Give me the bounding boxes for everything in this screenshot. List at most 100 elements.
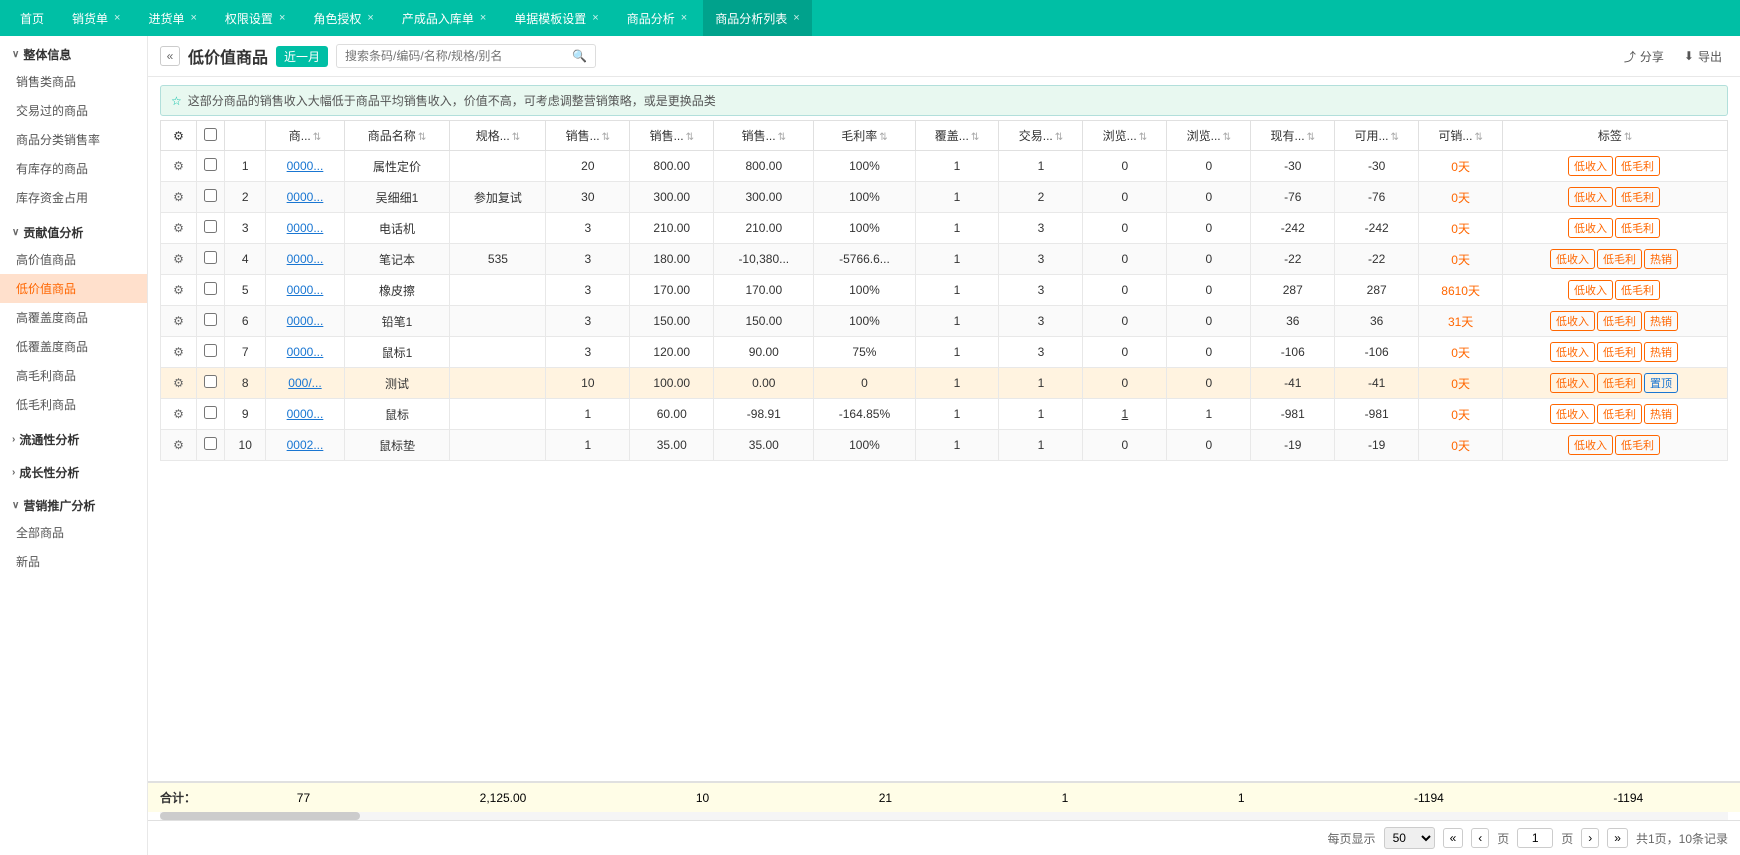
sidebar-group-title-overall[interactable]: ∨ 整体信息 xyxy=(0,42,147,67)
row-checkbox[interactable] xyxy=(197,244,225,275)
col-gross-margin[interactable]: 毛利率⇅ xyxy=(814,121,915,151)
row-settings[interactable]: ⚙ xyxy=(161,306,197,337)
sidebar-item-high-coverage[interactable]: 高覆盖度商品 xyxy=(0,303,147,332)
horizontal-scrollbar[interactable] xyxy=(160,812,1728,820)
row-settings[interactable]: ⚙ xyxy=(161,182,197,213)
row-select-checkbox[interactable] xyxy=(204,406,217,419)
row-select-checkbox[interactable] xyxy=(204,251,217,264)
nav-item-product-analysis[interactable]: 商品分析 × xyxy=(615,0,699,36)
sidebar-item-high-value[interactable]: 高价值商品 xyxy=(0,245,147,274)
close-icon[interactable]: × xyxy=(367,12,373,24)
row-select-checkbox[interactable] xyxy=(204,189,217,202)
col-code[interactable]: 商...⇅ xyxy=(266,121,344,151)
share-button[interactable]: ⤴ 分享 xyxy=(1618,46,1670,67)
nav-item-stock-in[interactable]: 产成品入库单 × xyxy=(390,0,498,36)
close-icon[interactable]: × xyxy=(681,12,687,24)
sidebar-item-traded-products[interactable]: 交易过的商品 xyxy=(0,96,147,125)
col-views2[interactable]: 浏览...⇅ xyxy=(1167,121,1251,151)
row-select-checkbox[interactable] xyxy=(204,344,217,357)
nav-item-roles[interactable]: 角色授权 × xyxy=(301,0,385,36)
row-settings[interactable]: ⚙ xyxy=(161,213,197,244)
sidebar-item-capital[interactable]: 库存资金占用 xyxy=(0,183,147,212)
col-coverage[interactable]: 覆盖...⇅ xyxy=(915,121,999,151)
nav-item-sales[interactable]: 销货单 × xyxy=(60,0,132,36)
first-page-button[interactable]: « xyxy=(1443,828,1464,848)
nav-item-template[interactable]: 单据模板设置 × xyxy=(502,0,610,36)
row-select-checkbox[interactable] xyxy=(204,313,217,326)
row-settings[interactable]: ⚙ xyxy=(161,368,197,399)
last-page-button[interactable]: » xyxy=(1607,828,1628,848)
col-sales-qty[interactable]: 销售...⇅ xyxy=(546,121,630,151)
nav-item-home[interactable]: 首页 xyxy=(8,0,56,36)
export-button[interactable]: ⬇ 导出 xyxy=(1678,46,1728,67)
close-icon[interactable]: × xyxy=(480,12,486,24)
col-spec[interactable]: 规格...⇅ xyxy=(450,121,546,151)
search-input[interactable] xyxy=(336,44,596,68)
row-settings[interactable]: ⚙ xyxy=(161,244,197,275)
row-checkbox[interactable] xyxy=(197,182,225,213)
checkbox-header[interactable] xyxy=(197,121,225,151)
scrollbar-thumb[interactable] xyxy=(160,812,360,820)
sidebar-group-title-circulation[interactable]: › 流通性分析 xyxy=(0,427,147,452)
close-icon[interactable]: × xyxy=(114,12,120,24)
collapse-sidebar-button[interactable]: « xyxy=(160,46,180,66)
row-code[interactable]: 000/... xyxy=(266,368,344,399)
sidebar-item-all-products[interactable]: 全部商品 xyxy=(0,518,147,547)
nav-item-product-analysis-list[interactable]: 商品分析列表 × xyxy=(703,0,811,36)
col-sales-amount[interactable]: 销售...⇅ xyxy=(714,121,814,151)
row-checkbox[interactable] xyxy=(197,151,225,182)
row-select-checkbox[interactable] xyxy=(204,437,217,450)
col-name[interactable]: 商品名称⇅ xyxy=(344,121,450,151)
select-all-checkbox[interactable] xyxy=(204,128,217,141)
col-transactions[interactable]: 交易...⇅ xyxy=(999,121,1083,151)
settings-header[interactable]: ⚙ xyxy=(161,121,197,151)
time-filter-button[interactable]: 近一月 xyxy=(276,46,328,67)
close-icon[interactable]: × xyxy=(592,12,598,24)
row-select-checkbox[interactable] xyxy=(204,220,217,233)
close-icon[interactable]: × xyxy=(279,12,285,24)
col-tags[interactable]: 标签⇅ xyxy=(1503,121,1728,151)
sidebar-group-title-marketing[interactable]: ∨ 营销推广分析 xyxy=(0,493,147,518)
sidebar-item-low-value[interactable]: 低价值商品 xyxy=(0,274,147,303)
row-code[interactable]: 0000... xyxy=(266,306,344,337)
row-checkbox[interactable] xyxy=(197,275,225,306)
row-code[interactable]: 0000... xyxy=(266,151,344,182)
sidebar-item-low-margin[interactable]: 低毛利商品 xyxy=(0,390,147,419)
close-icon[interactable]: × xyxy=(190,12,196,24)
views-link[interactable]: 1 xyxy=(1122,407,1129,421)
sidebar-group-title-contribution[interactable]: ∨ 贡献值分析 xyxy=(0,220,147,245)
row-settings[interactable]: ⚙ xyxy=(161,337,197,368)
row-settings[interactable]: ⚙ xyxy=(161,399,197,430)
row-select-checkbox[interactable] xyxy=(204,282,217,295)
col-sellable[interactable]: 可销...⇅ xyxy=(1419,121,1503,151)
sidebar-item-stock-products[interactable]: 有库存的商品 xyxy=(0,154,147,183)
row-select-checkbox[interactable] xyxy=(204,158,217,171)
row-select-checkbox[interactable] xyxy=(204,375,217,388)
page-input[interactable] xyxy=(1517,828,1553,848)
sidebar-group-title-growth[interactable]: › 成长性分析 xyxy=(0,460,147,485)
sidebar-item-new-products[interactable]: 新品 xyxy=(0,547,147,576)
row-checkbox[interactable] xyxy=(197,337,225,368)
col-views1[interactable]: 浏览...⇅ xyxy=(1083,121,1167,151)
close-icon[interactable]: × xyxy=(793,12,799,24)
row-settings[interactable]: ⚙ xyxy=(161,275,197,306)
col-available-stock[interactable]: 可用...⇅ xyxy=(1335,121,1419,151)
row-settings[interactable]: ⚙ xyxy=(161,430,197,461)
row-checkbox[interactable] xyxy=(197,306,225,337)
row-code[interactable]: 0000... xyxy=(266,244,344,275)
row-checkbox[interactable] xyxy=(197,399,225,430)
nav-item-permissions[interactable]: 权限设置 × xyxy=(213,0,297,36)
row-settings[interactable]: ⚙ xyxy=(161,151,197,182)
sidebar-item-category-rate[interactable]: 商品分类销售率 xyxy=(0,125,147,154)
sidebar-item-high-margin[interactable]: 高毛利商品 xyxy=(0,361,147,390)
row-code[interactable]: 0000... xyxy=(266,399,344,430)
row-checkbox[interactable] xyxy=(197,430,225,461)
per-page-select[interactable]: 50 100 200 xyxy=(1384,827,1435,849)
row-code[interactable]: 0002... xyxy=(266,430,344,461)
nav-item-purchase[interactable]: 进货单 × xyxy=(136,0,208,36)
search-icon[interactable]: 🔍 xyxy=(572,49,587,63)
col-current-stock[interactable]: 现有...⇅ xyxy=(1251,121,1335,151)
row-checkbox[interactable] xyxy=(197,213,225,244)
row-checkbox[interactable] xyxy=(197,368,225,399)
row-code[interactable]: 0000... xyxy=(266,275,344,306)
